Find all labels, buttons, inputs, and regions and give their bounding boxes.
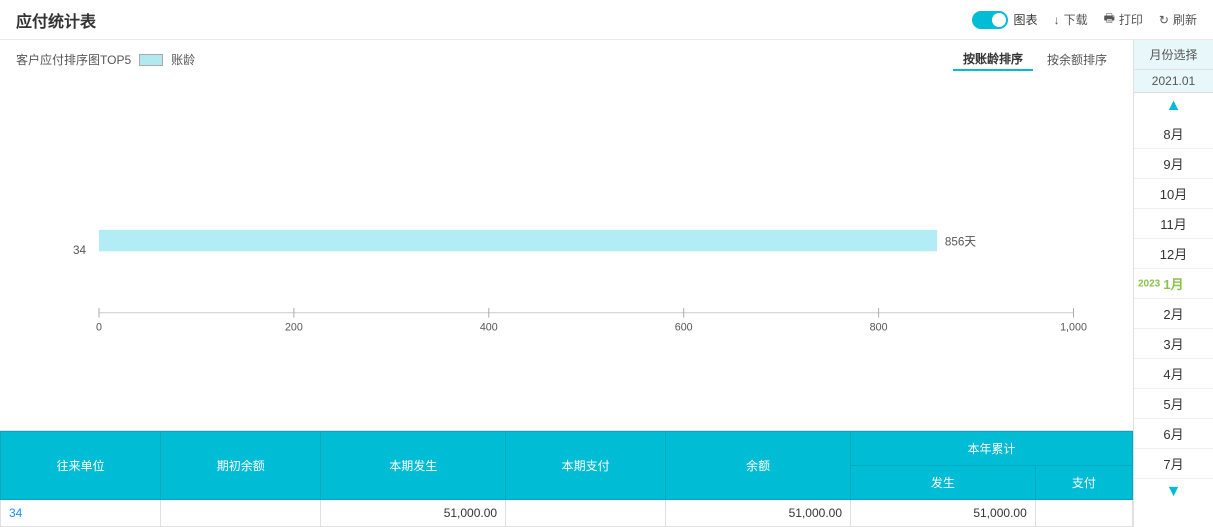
refresh-icon: ↻ — [1159, 13, 1169, 27]
cell-current: 51,000.00 — [321, 500, 506, 527]
cell-ytd-occur: 51,000.00 — [851, 500, 1036, 527]
col-ytd-pay: 支付 — [1035, 466, 1132, 500]
month-item-mar[interactable]: 3月 — [1134, 329, 1213, 359]
svg-text:200: 200 — [285, 321, 303, 333]
bar-value-label: 856天 — [945, 235, 977, 248]
month-item-may[interactable]: 5月 — [1134, 389, 1213, 419]
chart-section: 客户应付排序图TOP5 账龄 按账龄排序 按余额排序 34 856天 — [0, 40, 1133, 527]
cell-payment — [506, 500, 666, 527]
app-header: 应付统计表 图表 ↓ 下载 🖶 打印 ↻ 刷新 — [0, 0, 1213, 40]
legend-box — [139, 54, 163, 66]
sort-by-balance-button[interactable]: 按余额排序 — [1037, 48, 1117, 71]
month-item-jul[interactable]: 7月 — [1134, 449, 1213, 479]
cell-opening — [161, 500, 321, 527]
print-icon: 🖶 — [1104, 9, 1115, 30]
sort-buttons: 按账龄排序 按余额排序 — [953, 48, 1117, 71]
sidebar-header: 月份选择 — [1134, 40, 1213, 70]
col-ytd-occur: 发生 — [851, 466, 1036, 500]
month-item-nov[interactable]: 11月 — [1134, 209, 1213, 239]
sort-by-amount-button[interactable]: 按账龄排序 — [953, 48, 1033, 71]
refresh-button[interactable]: ↻ 刷新 — [1159, 11, 1197, 28]
month-item-jun[interactable]: 6月 — [1134, 419, 1213, 449]
nav-down-arrow[interactable]: ▼ — [1134, 479, 1213, 505]
month-item-apr[interactable]: 4月 — [1134, 359, 1213, 389]
chart-toggle[interactable] — [972, 11, 1008, 29]
sidebar-current-date: 2021.01 — [1134, 70, 1213, 93]
col-payment: 本期支付 — [506, 432, 666, 500]
chart-toolbar: 客户应付排序图TOP5 账龄 按账龄排序 按余额排序 — [0, 40, 1133, 79]
svg-text:400: 400 — [480, 321, 498, 333]
year-badge-2023: 2023 — [1138, 278, 1160, 289]
legend-box-label: 账龄 — [171, 51, 195, 68]
print-label: 打印 — [1119, 11, 1143, 28]
header-actions: 图表 ↓ 下载 🖶 打印 ↻ 刷新 — [972, 9, 1197, 30]
toggle-dot — [992, 13, 1006, 27]
y-axis-label: 34 — [73, 244, 87, 257]
cell-unit[interactable]: 34 — [1, 500, 161, 527]
svg-text:600: 600 — [675, 321, 693, 333]
table-row: 34 51,000.00 51,000.00 51,000.00 — [1, 500, 1133, 527]
svg-text:1,000: 1,000 — [1060, 321, 1087, 333]
sidebar: 月份选择 2021.01 ▲ 8月 9月 10月 11月 12月 2023 1月… — [1133, 40, 1213, 527]
sidebar-nav: ▲ 8月 9月 10月 11月 12月 2023 1月 2月 3月 4月 5月 … — [1134, 93, 1213, 505]
col-unit: 往来单位 — [1, 432, 161, 500]
main-content: 客户应付排序图TOP5 账龄 按账龄排序 按余额排序 34 856天 — [0, 40, 1213, 527]
svg-text:800: 800 — [870, 321, 888, 333]
chart-legend-label: 客户应付排序图TOP5 — [16, 51, 131, 68]
data-table: 往来单位 期初余额 本期发生 本期支付 余额 本年累计 发生 支付 — [0, 431, 1133, 527]
download-label: 下载 — [1064, 11, 1088, 28]
chart-area: 34 856天 0 200 400 600 — [0, 79, 1133, 430]
page-title: 应付统计表 — [16, 8, 96, 32]
bar-chart: 34 856天 0 200 400 600 — [60, 89, 1093, 400]
month-item-jan-2023[interactable]: 2023 1月 — [1134, 269, 1213, 299]
cell-balance: 51,000.00 — [666, 500, 851, 527]
month-item-aug[interactable]: 8月 — [1134, 119, 1213, 149]
print-button[interactable]: 🖶 打印 — [1104, 9, 1143, 30]
col-balance: 余额 — [666, 432, 851, 500]
col-current: 本期发生 — [321, 432, 506, 500]
download-button[interactable]: ↓ 下载 — [1054, 11, 1088, 28]
toggle-label: 图表 — [1014, 11, 1038, 28]
month-item-feb[interactable]: 2月 — [1134, 299, 1213, 329]
svg-text:0: 0 — [96, 321, 102, 333]
month-item-sep[interactable]: 9月 — [1134, 149, 1213, 179]
month-item-oct[interactable]: 10月 — [1134, 179, 1213, 209]
month-item-dec[interactable]: 12月 — [1134, 239, 1213, 269]
bar-rect — [99, 230, 937, 251]
nav-up-arrow[interactable]: ▲ — [1134, 93, 1213, 119]
col-opening: 期初余额 — [161, 432, 321, 500]
col-ytd: 本年累计 — [851, 432, 1133, 466]
table-section: 往来单位 期初余额 本期发生 本期支付 余额 本年累计 发生 支付 — [0, 430, 1133, 527]
cell-ytd-pay — [1035, 500, 1132, 527]
chart-legend: 客户应付排序图TOP5 账龄 — [16, 51, 195, 68]
refresh-label: 刷新 — [1173, 11, 1197, 28]
download-icon: ↓ — [1054, 13, 1060, 27]
table-header-row: 往来单位 期初余额 本期发生 本期支付 余额 本年累计 — [1, 432, 1133, 466]
chart-toggle-wrap: 图表 — [972, 11, 1038, 29]
